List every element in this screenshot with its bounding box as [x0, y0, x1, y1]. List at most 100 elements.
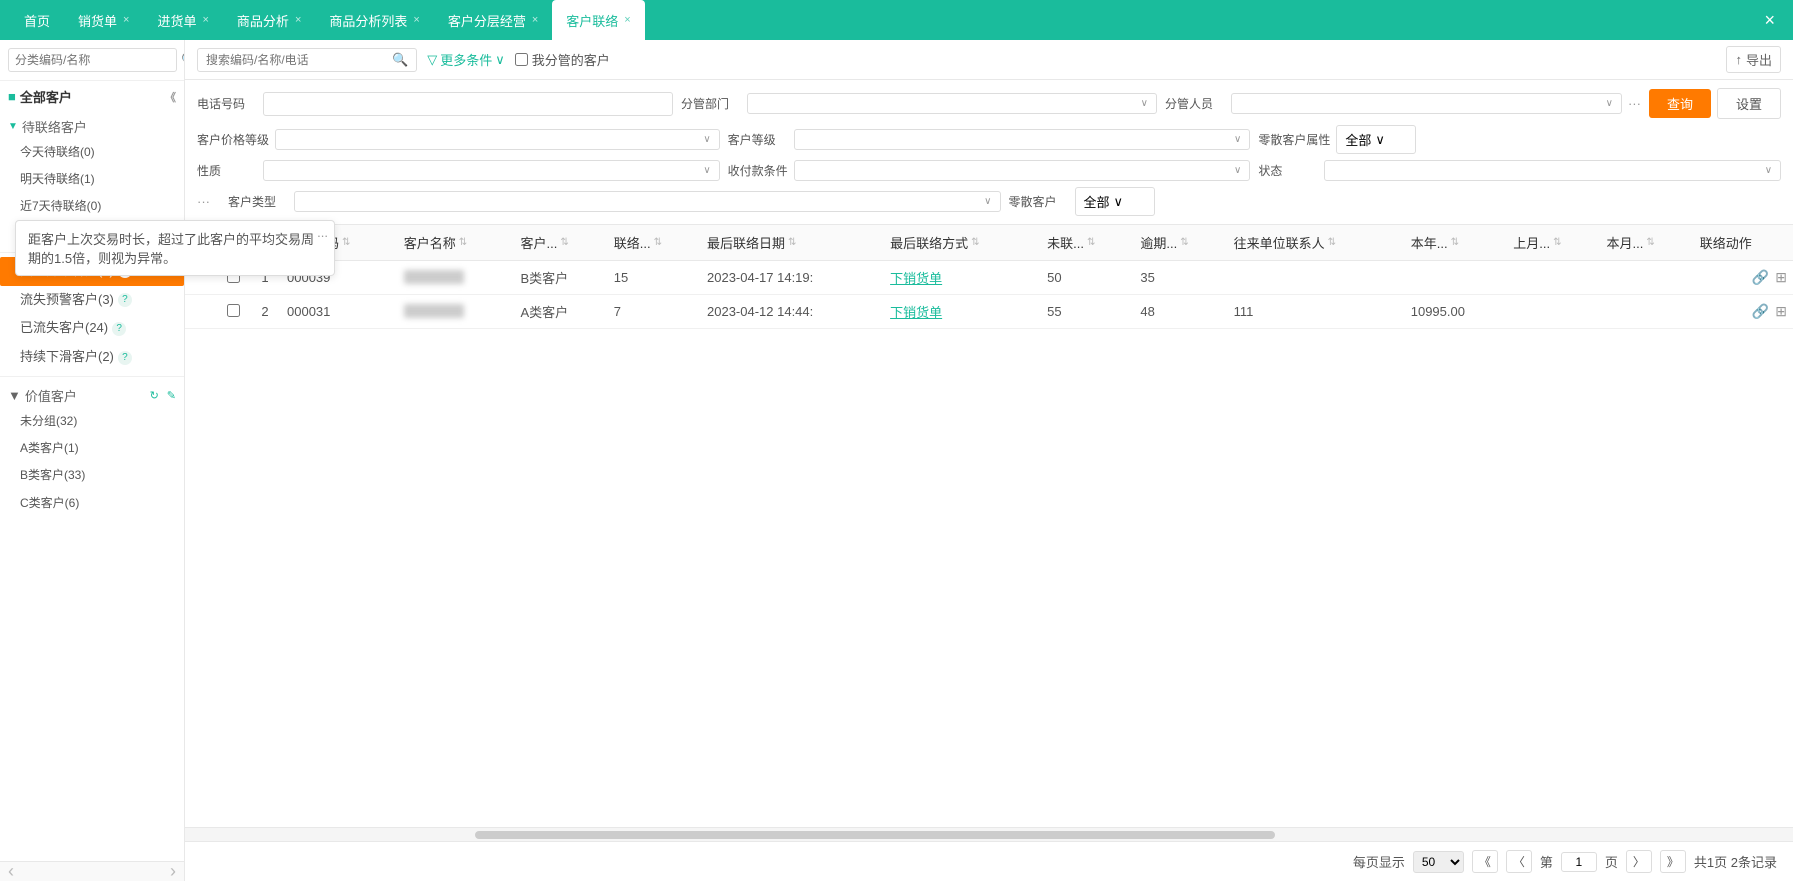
contact-method-link-1[interactable]: 下销货单 [890, 271, 942, 286]
close-window-button[interactable]: × [1756, 10, 1783, 31]
td-name-2 [398, 295, 515, 329]
th-category[interactable]: 客户... ⇅ [515, 225, 608, 261]
sidebar-price-group[interactable]: ▼ 价值客户 ↻ ✎ [0, 381, 184, 408]
td-contact-1: 15 [608, 261, 701, 295]
dept-select[interactable]: ∨ [747, 93, 1157, 114]
th-this-month[interactable]: 本月... ⇅ [1601, 225, 1694, 261]
th-last-contact-date[interactable]: 最后联络日期 ⇅ [701, 225, 884, 261]
per-page-select[interactable]: 50 20 100 [1413, 851, 1464, 873]
th-last-contact-method[interactable]: 最后联络方式 ⇅ [884, 225, 1041, 261]
nav-purchase[interactable]: 进货单 × [143, 0, 222, 40]
sidebar-item-churn-warning[interactable]: 流失预警客户(3) ? [0, 286, 184, 315]
th-overdue[interactable]: 逾期... ⇅ [1134, 225, 1227, 261]
nav-customer-segment[interactable]: 客户分层经营 × [434, 0, 552, 40]
sidebar-item-a-class[interactable]: A类客户(1) [0, 435, 184, 462]
link-icon-2[interactable]: 🔗 [1752, 303, 1769, 320]
nav-sales[interactable]: 销货单 × [64, 0, 143, 40]
close-purchase-icon[interactable]: × [202, 14, 208, 26]
close-product-list-icon[interactable]: × [413, 14, 419, 26]
tooltip-close-icon[interactable]: ... [317, 225, 328, 240]
filter-nature: 性质 ∨ [197, 160, 720, 181]
next-page-button[interactable]: 〉 [1626, 850, 1652, 873]
customer-type-arrow-icon: ∨ [984, 196, 991, 207]
person-select[interactable]: ∨ [1231, 93, 1622, 114]
th-contact[interactable]: 联络... ⇅ [608, 225, 701, 261]
sidebar-item-c-class[interactable]: C类客户(6) [0, 490, 184, 517]
row2-checkbox[interactable] [227, 304, 240, 317]
grid-icon-2[interactable]: ⊞ [1775, 303, 1787, 320]
my-customer-checkbox[interactable] [515, 53, 528, 66]
td-last-month-2 [1507, 295, 1600, 329]
collapse-icon[interactable]: 《 [165, 89, 176, 105]
dots-row4-icon[interactable]: ··· [197, 194, 210, 209]
sort-icon-lcd: ⇅ [788, 237, 796, 248]
filter-status: 状态 ∨ [1258, 160, 1781, 181]
close-product-analysis-icon[interactable]: × [295, 14, 301, 26]
scroll-thumb[interactable] [475, 831, 1275, 839]
th-unit-contact[interactable]: 往来单位联系人 ⇅ [1228, 225, 1405, 261]
setting-button[interactable]: 设置 [1717, 88, 1781, 119]
export-button[interactable]: ↑ 导出 [1726, 46, 1781, 73]
sidebar-item-b-class[interactable]: B类客户(33) [0, 462, 184, 489]
th-customer-name[interactable]: 客户名称 ⇅ [398, 225, 515, 261]
refresh-icon[interactable]: ↻ [150, 389, 159, 402]
link-icon-1[interactable]: 🔗 [1752, 269, 1769, 286]
sidebar-search-input[interactable] [8, 48, 177, 72]
retail-attr-select[interactable]: 全部 ∨ [1336, 125, 1416, 154]
query-button[interactable]: 查询 [1649, 89, 1711, 118]
retail-customer-select[interactable]: 全部 ∨ [1075, 187, 1155, 216]
sidebar-item-churned[interactable]: 已流失客户(24) ? [0, 314, 184, 343]
payment-label: 收付款条件 [728, 162, 788, 179]
sidebar-item-today[interactable]: 今天待联络(0) [0, 139, 184, 166]
sort-icon-code: ⇅ [342, 237, 350, 248]
prev-page-button[interactable]: 〈 [1506, 850, 1532, 873]
last-page-button[interactable]: 》 [1660, 850, 1686, 873]
th-this-year[interactable]: 本年... ⇅ [1405, 225, 1508, 261]
sort-icon-name: ⇅ [459, 237, 467, 248]
nav-product-analysis[interactable]: 商品分析 × [223, 0, 315, 40]
td-this-year-1 [1405, 261, 1508, 295]
edit-icon[interactable]: ✎ [167, 389, 176, 402]
customer-tier-select[interactable]: ∨ [794, 129, 1251, 150]
search-input[interactable] [206, 53, 386, 67]
nav-product-list[interactable]: 商品分析列表 × [315, 0, 433, 40]
sidebar-item-tomorrow[interactable]: 明天待联络(1) [0, 166, 184, 193]
close-customer-contact-icon[interactable]: × [624, 14, 630, 26]
phone-input[interactable] [263, 92, 673, 116]
nature-select[interactable]: ∨ [263, 160, 720, 181]
more-filter-button[interactable]: ▽ 更多条件 ∨ [427, 50, 505, 69]
dots-icon-person[interactable]: ··· [1628, 96, 1641, 111]
contact-method-link-2[interactable]: 下销货单 [890, 305, 942, 320]
sidebar-scroll-right-icon[interactable]: › [170, 861, 176, 881]
th-uncontacted[interactable]: 未联... ⇅ [1041, 225, 1134, 261]
total-records-label: 共1页 2条记录 [1694, 852, 1777, 871]
sidebar-item-declining[interactable]: 持续下滑客户(2) ? [0, 343, 184, 372]
horizontal-scrollbar[interactable] [185, 827, 1793, 841]
filter-retail-attr: 零散客户属性 全部 ∨ [1258, 125, 1781, 154]
td-lcm-2[interactable]: 下销货单 [884, 295, 1041, 329]
customer-type-select[interactable]: ∨ [294, 191, 1001, 212]
sidebar-all-customers[interactable]: ■ 全部客户 《 [0, 81, 184, 112]
help-icon-churn[interactable]: ? [118, 293, 132, 307]
td-category-1: B类客户 [515, 261, 608, 295]
sidebar-pending-group[interactable]: ▼ 待联络客户 [0, 112, 184, 139]
sidebar-scroll-left-icon[interactable]: ‹ [8, 861, 14, 881]
sidebar-item-7days[interactable]: 近7天待联络(0) [0, 193, 184, 220]
payment-select[interactable]: ∨ [794, 160, 1251, 181]
status-select[interactable]: ∨ [1324, 160, 1781, 181]
close-sales-icon[interactable]: × [123, 14, 129, 26]
nav-customer-contact[interactable]: 客户联络 × [552, 0, 644, 40]
price-tier-select[interactable]: ∨ [275, 129, 720, 150]
td-lcm-1[interactable]: 下销货单 [884, 261, 1041, 295]
grid-icon-1[interactable]: ⊞ [1775, 269, 1787, 286]
first-page-button[interactable]: 《 [1472, 850, 1498, 873]
help-icon-churned[interactable]: ? [112, 322, 126, 336]
page-number-input[interactable] [1561, 852, 1597, 872]
th-last-month[interactable]: 上月... ⇅ [1507, 225, 1600, 261]
help-icon-declining[interactable]: ? [118, 351, 132, 365]
close-customer-segment-icon[interactable]: × [532, 14, 538, 26]
sidebar-item-ungrouped[interactable]: 未分组(32) [0, 408, 184, 435]
search-icon[interactable]: 🔍 [392, 52, 408, 68]
filter-row-3: 性质 ∨ 收付款条件 ∨ 状态 ∨ [197, 160, 1781, 181]
nav-home[interactable]: 首页 [10, 0, 64, 40]
